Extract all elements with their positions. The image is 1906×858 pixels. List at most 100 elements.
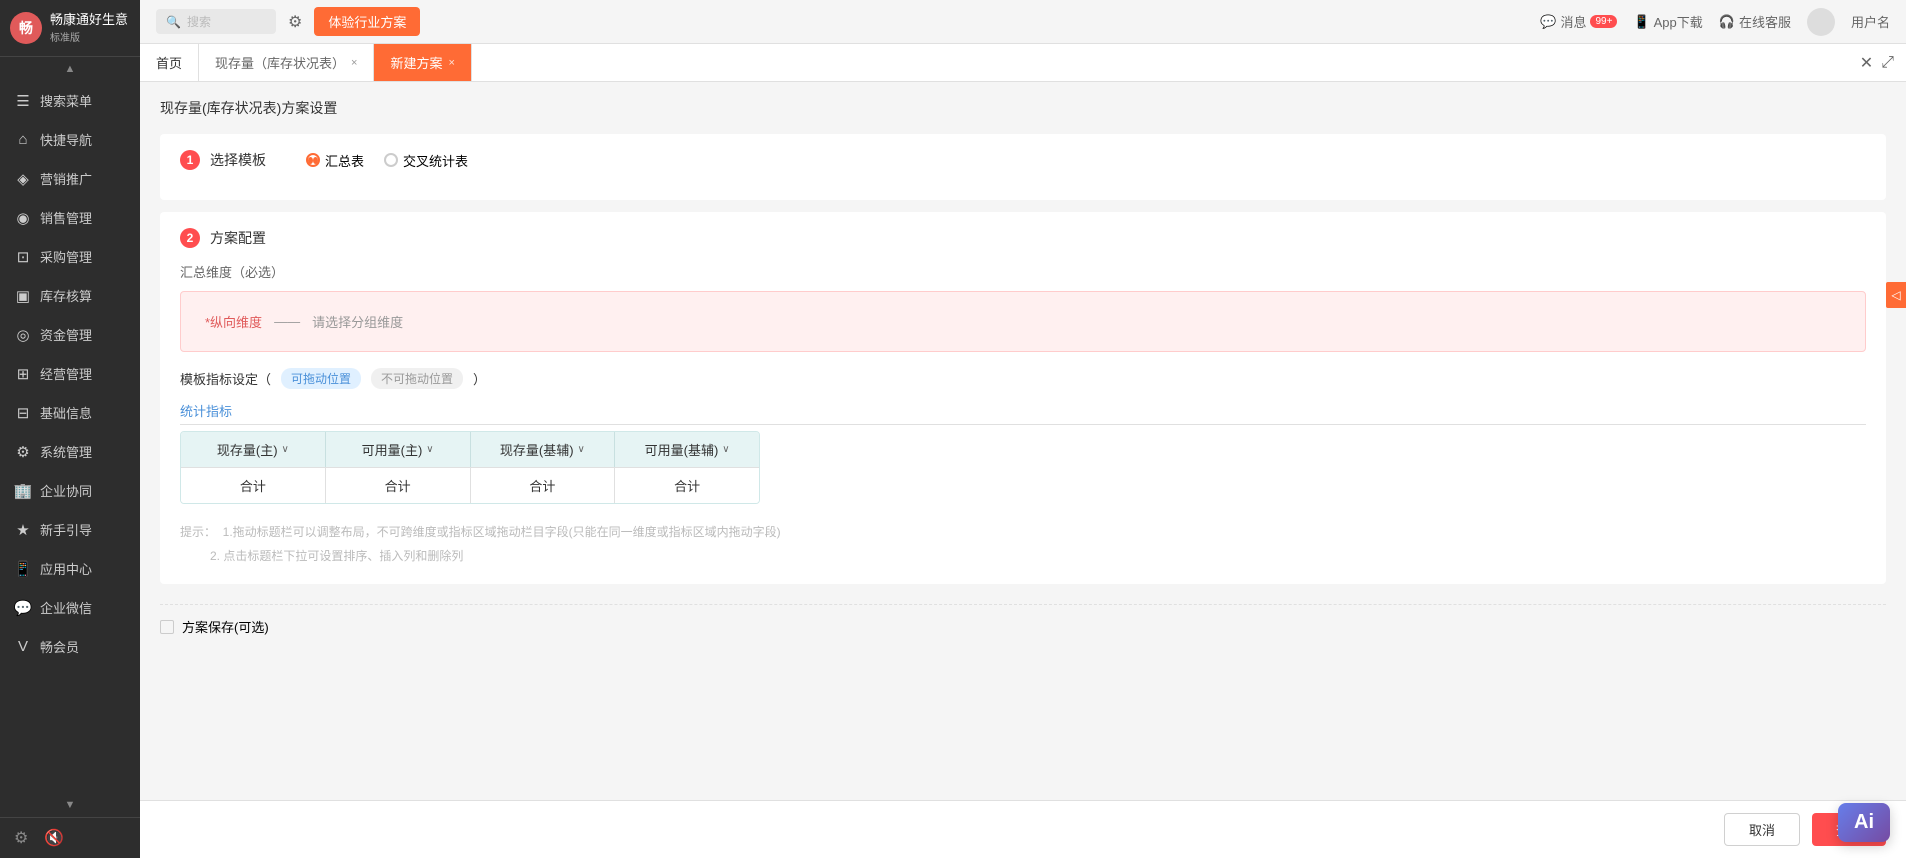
sidebar-label: 营销推广 xyxy=(40,169,92,188)
radio-cross-label: 交叉统计表 xyxy=(403,151,468,170)
template-radio-group: 汇总表 交叉统计表 xyxy=(306,151,468,170)
stats-cell-4: 合计 xyxy=(615,468,759,503)
tab-new-scheme[interactable]: 新建方案 × xyxy=(374,44,471,81)
dimension-dash: —— xyxy=(274,314,300,329)
sidebar-scroll-up[interactable]: ▲ xyxy=(0,57,140,81)
sidebar-label: 销售管理 xyxy=(40,208,92,227)
sidebar-item-new-user[interactable]: ★ 新手引导 xyxy=(0,510,140,549)
sidebar-scroll-down[interactable]: ▼ xyxy=(0,793,140,817)
home-tab-label: 首页 xyxy=(156,53,182,72)
close-tab-icon[interactable]: ✕ xyxy=(1860,53,1873,73)
sidebar-label: 应用中心 xyxy=(40,559,92,578)
sidebar-label: 资金管理 xyxy=(40,325,92,344)
dimension-area[interactable]: *纵向维度 —— 请选择分组维度 xyxy=(180,291,1866,352)
sidebar-label: 经营管理 xyxy=(40,364,92,383)
message-action[interactable]: 💬 消息 99+ xyxy=(1540,12,1617,31)
stats-col-4[interactable]: 可用量(基辅) ∨ xyxy=(615,432,759,467)
radio-cross[interactable]: 交叉统计表 xyxy=(384,151,468,170)
mute-icon[interactable]: 🔇 xyxy=(44,828,64,848)
tips-section: 提示： 1.拖动标题栏可以调整布局，不可跨维度或指标区域拖动栏目字段(只能在同一… xyxy=(180,520,1866,568)
sidebar-label: 基础信息 xyxy=(40,403,92,422)
sidebar-item-enterprise[interactable]: 🏢 企业协同 xyxy=(0,471,140,510)
stats-table-row: 合计 合计 合计 合计 xyxy=(181,467,759,503)
sidebar-label: 库存核算 xyxy=(40,286,92,305)
expand-tab-icon[interactable]: ⤢ xyxy=(1881,54,1894,72)
sidebar-item-wechat[interactable]: 💬 企业微信 xyxy=(0,588,140,627)
main-area: 🔍 搜索 ⚙ 体验行业方案 💬 消息 99+ 📱 App下载 🎧 在线客服 用户… xyxy=(140,0,1906,858)
step2-title: 方案配置 xyxy=(210,228,266,248)
non-draggable-chip: 不可拖动位置 xyxy=(371,368,463,389)
vertical-dimension-label: *纵向维度 xyxy=(205,312,262,331)
sidebar-item-inventory[interactable]: ▣ 库存核算 xyxy=(0,276,140,315)
sidebar-item-marketing[interactable]: ◈ 营销推广 xyxy=(0,159,140,198)
system-icon: ⚙ xyxy=(14,443,32,461)
save-option-checkbox[interactable] xyxy=(160,620,174,634)
page-content: 现存量(库存状况表)方案设置 1 选择模板 汇总表 交叉统计表 xyxy=(140,82,1906,800)
radio-summary-circle xyxy=(306,153,320,167)
sidebar: 畅 畅康通好生意 标准版 ▲ ☰ 搜索菜单 ⌂ 快捷导航 ◈ 营销推广 ◉ 销售… xyxy=(0,0,140,858)
enterprise-icon: 🏢 xyxy=(14,482,32,500)
sidebar-item-basic-info[interactable]: ⊟ 基础信息 xyxy=(0,393,140,432)
dimension-placeholder: 请选择分组维度 xyxy=(312,312,403,331)
tabs-bar: 首页 现存量（库存状况表） × 新建方案 × ✕ ⤢ xyxy=(140,44,1906,82)
tab-inventory[interactable]: 现存量（库存状况表） × xyxy=(199,44,374,81)
topbar: 🔍 搜索 ⚙ 体验行业方案 💬 消息 99+ 📱 App下载 🎧 在线客服 用户… xyxy=(140,0,1906,44)
metric-settings-label: 模板指标设定（ 可拖动位置 不可拖动位置 ） xyxy=(180,368,1866,389)
quick-nav-icon: ⌂ xyxy=(14,131,32,149)
user-avatar[interactable] xyxy=(1807,8,1835,36)
stats-table: 现存量(主) ∨ 可用量(主) ∨ 现存量(基辅) ∨ 可用量(基辅) xyxy=(180,431,760,504)
app-download-icon: 📱 xyxy=(1633,14,1649,30)
chevron-3-icon: ∨ xyxy=(578,444,585,455)
sidebar-item-sales[interactable]: ◉ 销售管理 xyxy=(0,198,140,237)
bottom-save-section: 方案保存(可选) xyxy=(160,604,1886,636)
sidebar-label: 畅会员 xyxy=(40,637,79,656)
inventory-tab-close[interactable]: × xyxy=(351,57,357,69)
new-user-icon: ★ xyxy=(14,521,32,539)
sidebar-item-operations[interactable]: ⊞ 经营管理 xyxy=(0,354,140,393)
gear-icon[interactable]: ⚙ xyxy=(288,12,302,32)
stats-cell-1: 合计 xyxy=(181,468,326,503)
step2-header: 2 方案配置 xyxy=(180,228,1866,248)
ai-badge[interactable]: Ai xyxy=(1838,803,1890,842)
sidebar-item-search-menu[interactable]: ☰ 搜索菜单 xyxy=(0,81,140,120)
operations-icon: ⊞ xyxy=(14,365,32,383)
sidebar-item-system[interactable]: ⚙ 系统管理 xyxy=(0,432,140,471)
user-name: 用户名 xyxy=(1851,12,1890,31)
footer-bar: 取消 查询 xyxy=(140,800,1906,858)
trial-button[interactable]: 体验行业方案 xyxy=(314,7,420,36)
radio-summary[interactable]: 汇总表 xyxy=(306,151,364,170)
sidebar-label: 系统管理 xyxy=(40,442,92,461)
sidebar-item-quick-nav[interactable]: ⌂ 快捷导航 xyxy=(0,120,140,159)
app-badge: 标准版 xyxy=(50,29,128,44)
sidebar-item-purchase[interactable]: ⊡ 采购管理 xyxy=(0,237,140,276)
topbar-search[interactable]: 🔍 搜索 xyxy=(156,9,276,34)
settings-icon[interactable]: ⚙ xyxy=(14,828,28,848)
stats-cell-3: 合计 xyxy=(471,468,616,503)
topbar-right: 💬 消息 99+ 📱 App下载 🎧 在线客服 用户名 xyxy=(1540,8,1890,36)
new-scheme-tab-close[interactable]: × xyxy=(448,57,454,69)
purchase-icon: ⊡ xyxy=(14,248,32,266)
stats-col-3[interactable]: 现存量(基辅) ∨ xyxy=(471,432,616,467)
cancel-button[interactable]: 取消 xyxy=(1724,813,1800,846)
scroll-indicator[interactable]: ◁ xyxy=(1886,282,1906,308)
sidebar-item-finance[interactable]: ◎ 资金管理 xyxy=(0,315,140,354)
customer-service-action[interactable]: 🎧 在线客服 xyxy=(1719,12,1791,31)
sales-icon: ◉ xyxy=(14,209,32,227)
sidebar-item-app-center[interactable]: 📱 应用中心 xyxy=(0,549,140,588)
tab-home[interactable]: 首页 xyxy=(140,44,199,81)
inventory-icon: ▣ xyxy=(14,287,32,305)
logo-icon: 畅 xyxy=(10,12,42,44)
search-icon: 🔍 xyxy=(166,15,181,29)
sidebar-label: 企业协同 xyxy=(40,481,92,500)
finance-icon: ◎ xyxy=(14,326,32,344)
message-icon: 💬 xyxy=(1540,14,1556,30)
chevron-4-icon: ∨ xyxy=(722,444,729,455)
marketing-icon: ◈ xyxy=(14,170,32,188)
sidebar-item-membership[interactable]: V 畅会员 xyxy=(0,627,140,666)
stats-col-1[interactable]: 现存量(主) ∨ xyxy=(181,432,326,467)
wechat-icon: 💬 xyxy=(14,599,32,617)
stats-col-2[interactable]: 可用量(主) ∨ xyxy=(326,432,471,467)
app-download-action[interactable]: 📱 App下载 xyxy=(1633,12,1702,31)
stats-section: 统计指标 现存量(主) ∨ 可用量(主) ∨ 现存量(基辅) xyxy=(180,401,1866,504)
step1-section: 1 选择模板 汇总表 交叉统计表 xyxy=(160,134,1886,200)
